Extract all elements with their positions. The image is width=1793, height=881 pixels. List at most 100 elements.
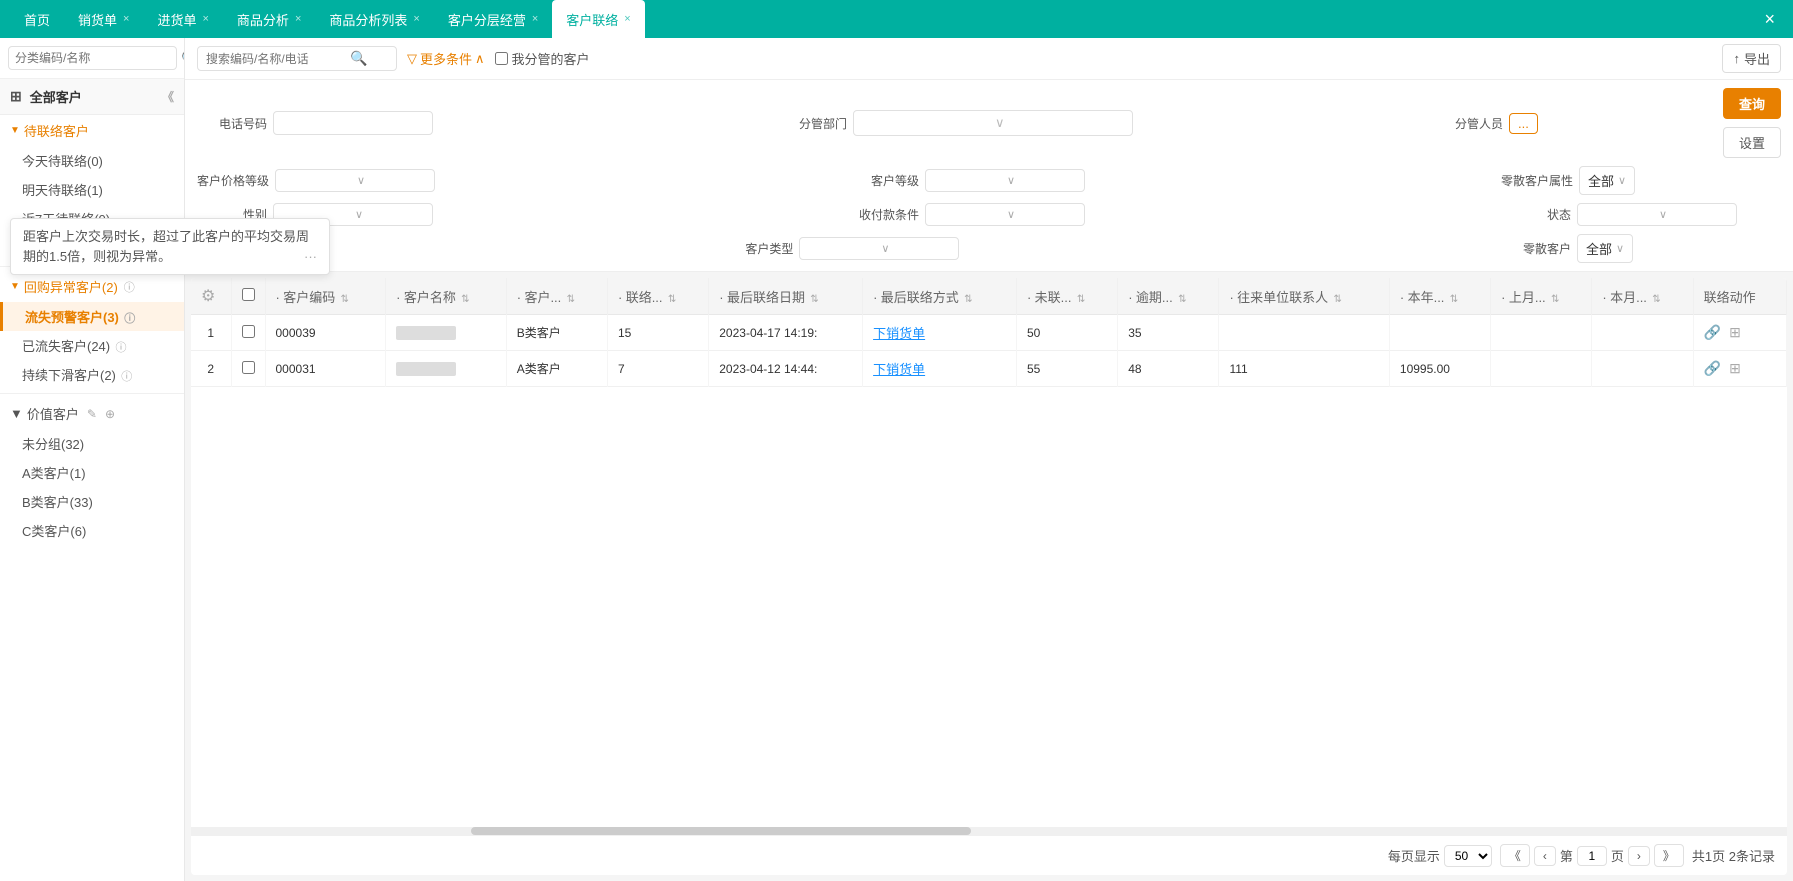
sidebar-item-tomorrow[interactable]: 明天待联络(1) [0,175,184,204]
phone-input[interactable] [273,111,433,135]
my-customers-checkbox-area: 我分管的客户 [495,49,590,68]
select-all-checkbox[interactable] [242,288,255,301]
status-label: 状态 [1501,206,1571,223]
sidebar-repurchase-header[interactable]: ▼ 回购异常客户(2) ⓘ [0,271,184,302]
contact-detail-icon[interactable]: 🔗 [1704,360,1721,377]
th-checkbox [231,278,265,315]
more-action-icon[interactable]: ⊞ [1729,360,1741,377]
customer-type-select[interactable]: ∨ [799,237,959,260]
next-page-button[interactable]: › [1628,846,1650,866]
th-level[interactable]: · 客户... ⇅ [506,278,607,315]
close-icon[interactable]: × [123,13,129,25]
th-last-contact-date[interactable]: · 最后联络日期 ⇅ [709,278,863,315]
th-this-month[interactable]: · 本月... ⇅ [1592,278,1693,315]
retail-customer-select[interactable]: 全部 ∨ [1577,234,1633,263]
th-last-month[interactable]: · 上月... ⇅ [1491,278,1592,315]
first-page-button[interactable]: 《 [1500,844,1530,867]
sidebar-item-declining[interactable]: 持续下滑客户(2) ⓘ [0,360,184,389]
last-page-button[interactable]: 》 [1654,844,1684,867]
payment-label: 收付款条件 [849,206,919,223]
row-checkbox[interactable] [242,325,255,338]
status-select[interactable]: ∨ [1577,203,1737,226]
nav-tab-analysis-list[interactable]: 商品分析列表 × [315,0,433,38]
manager-more-btn[interactable]: ... [1509,113,1538,134]
close-icon[interactable]: × [202,13,208,25]
settings-button[interactable]: 设置 [1723,127,1781,158]
prev-page-button[interactable]: ‹ [1534,846,1556,866]
sidebar-value-header[interactable]: ▼ 价值客户 ✎ ⊕ [0,398,184,429]
th-company-contact[interactable]: · 往来单位联系人 ⇅ [1219,278,1389,315]
close-icon[interactable]: × [624,13,630,25]
row-action: 🔗 ⊞ [1693,351,1786,387]
query-button[interactable]: 查询 [1723,88,1781,119]
nav-tab-analysis[interactable]: 商品分析 × [223,0,315,38]
filter-customer-type: 客户类型 ∨ [723,237,1003,260]
page-input[interactable] [1577,846,1607,866]
sidebar-item-today[interactable]: 今天待联络(0) [0,146,184,175]
price-level-select[interactable]: ∨ [275,169,435,192]
gear-icon[interactable]: ⚙ [201,288,215,305]
th-contact[interactable]: · 联络... ⇅ [608,278,709,315]
nav-tab-sales[interactable]: 销货单 × [64,0,143,38]
chevron-down-icon: ∨ [1616,242,1624,255]
more-conditions-btn[interactable]: ▽ 更多条件 ∧ [407,49,485,68]
filter-status: 状态 ∨ [1501,203,1781,226]
row-unreached: 50 [1016,315,1117,351]
add-icon[interactable]: ⊕ [105,407,115,421]
row-last-contact-date: 2023-04-17 14:19: [709,315,863,351]
sidebar-item-b-class[interactable]: B类客户(33) [0,487,184,516]
nav-tab-customer-segment[interactable]: 客户分层经营 × [434,0,552,38]
customer-type-label: 客户类型 [723,240,793,257]
main-search-icon[interactable]: 🔍 [350,50,367,67]
sidebar-all-customers[interactable]: ⊞ 全部客户 《 [0,79,184,115]
retail-attr-select[interactable]: 全部 ∨ [1579,166,1635,195]
sidebar-item-loss-warning[interactable]: 流失预警客户(3) ⓘ [0,302,184,331]
my-customers-checkbox[interactable] [495,52,508,65]
close-icon[interactable]: × [532,13,538,25]
table-area: ⚙ · 客户编码 ⇅ · 客户名称 ⇅ [191,278,1787,875]
page-size-select[interactable]: 50 [1444,845,1492,867]
sidebar-search-input[interactable] [8,46,177,70]
nav-tab-purchase[interactable]: 进货单 × [143,0,222,38]
sort-icon: ⇅ [341,294,349,305]
sidebar-item-c-class[interactable]: C类客户(6) [0,516,184,545]
sidebar-item-a-class[interactable]: A类客户(1) [0,458,184,487]
th-unreached[interactable]: · 未联... ⇅ [1016,278,1117,315]
sidebar-item-ungrouped[interactable]: 未分组(32) [0,429,184,458]
contact-method-link[interactable]: 下销货单 [873,326,925,341]
sidebar-item-lost[interactable]: 已流失客户(24) ⓘ [0,331,184,360]
payment-select[interactable]: ∨ [925,203,1085,226]
sidebar-pending-header[interactable]: ▼ 待联络客户 [0,115,184,146]
contact-detail-icon[interactable]: 🔗 [1704,324,1721,341]
tooltip-more-icon[interactable]: ··· [304,247,317,267]
export-button[interactable]: ↑ 导出 [1722,44,1781,73]
horizontal-scrollbar[interactable] [191,827,1787,835]
th-gear[interactable]: ⚙ [191,278,231,315]
row-checkbox[interactable] [242,361,255,374]
row-last-contact-method: 下销货单 [863,315,1017,351]
edit-icon[interactable]: ✎ [87,407,97,421]
nav-tab-customer-contact[interactable]: 客户联络 × [552,0,644,38]
dept-select[interactable]: ∨ [853,110,1133,136]
more-action-icon[interactable]: ⊞ [1729,324,1741,341]
customer-level-select[interactable]: ∨ [925,169,1085,192]
th-name[interactable]: · 客户名称 ⇅ [386,278,507,315]
close-icon[interactable]: × [413,13,419,25]
th-last-contact-method[interactable]: · 最后联络方式 ⇅ [863,278,1017,315]
th-this-year[interactable]: · 本年... ⇅ [1389,278,1490,315]
nav-tab-home[interactable]: 首页 [10,0,64,38]
th-overdue[interactable]: · 逾期... ⇅ [1118,278,1219,315]
dept-label: 分管部门 [777,115,847,132]
th-code[interactable]: · 客户编码 ⇅ [265,278,386,315]
window-close-button[interactable]: × [1756,9,1783,30]
scrollbar-thumb[interactable] [471,827,971,835]
row-name [386,351,507,387]
row-code: 000031 [265,351,386,387]
close-icon[interactable]: × [295,13,301,25]
sort-icon: ⇅ [1450,294,1458,305]
chevron-down-icon: ∨ [355,208,424,221]
main-search-input[interactable] [206,52,346,66]
row-index: 1 [191,315,231,351]
filter-dept: 分管部门 ∨ [777,110,1133,136]
contact-method-link[interactable]: 下销货单 [873,362,925,377]
